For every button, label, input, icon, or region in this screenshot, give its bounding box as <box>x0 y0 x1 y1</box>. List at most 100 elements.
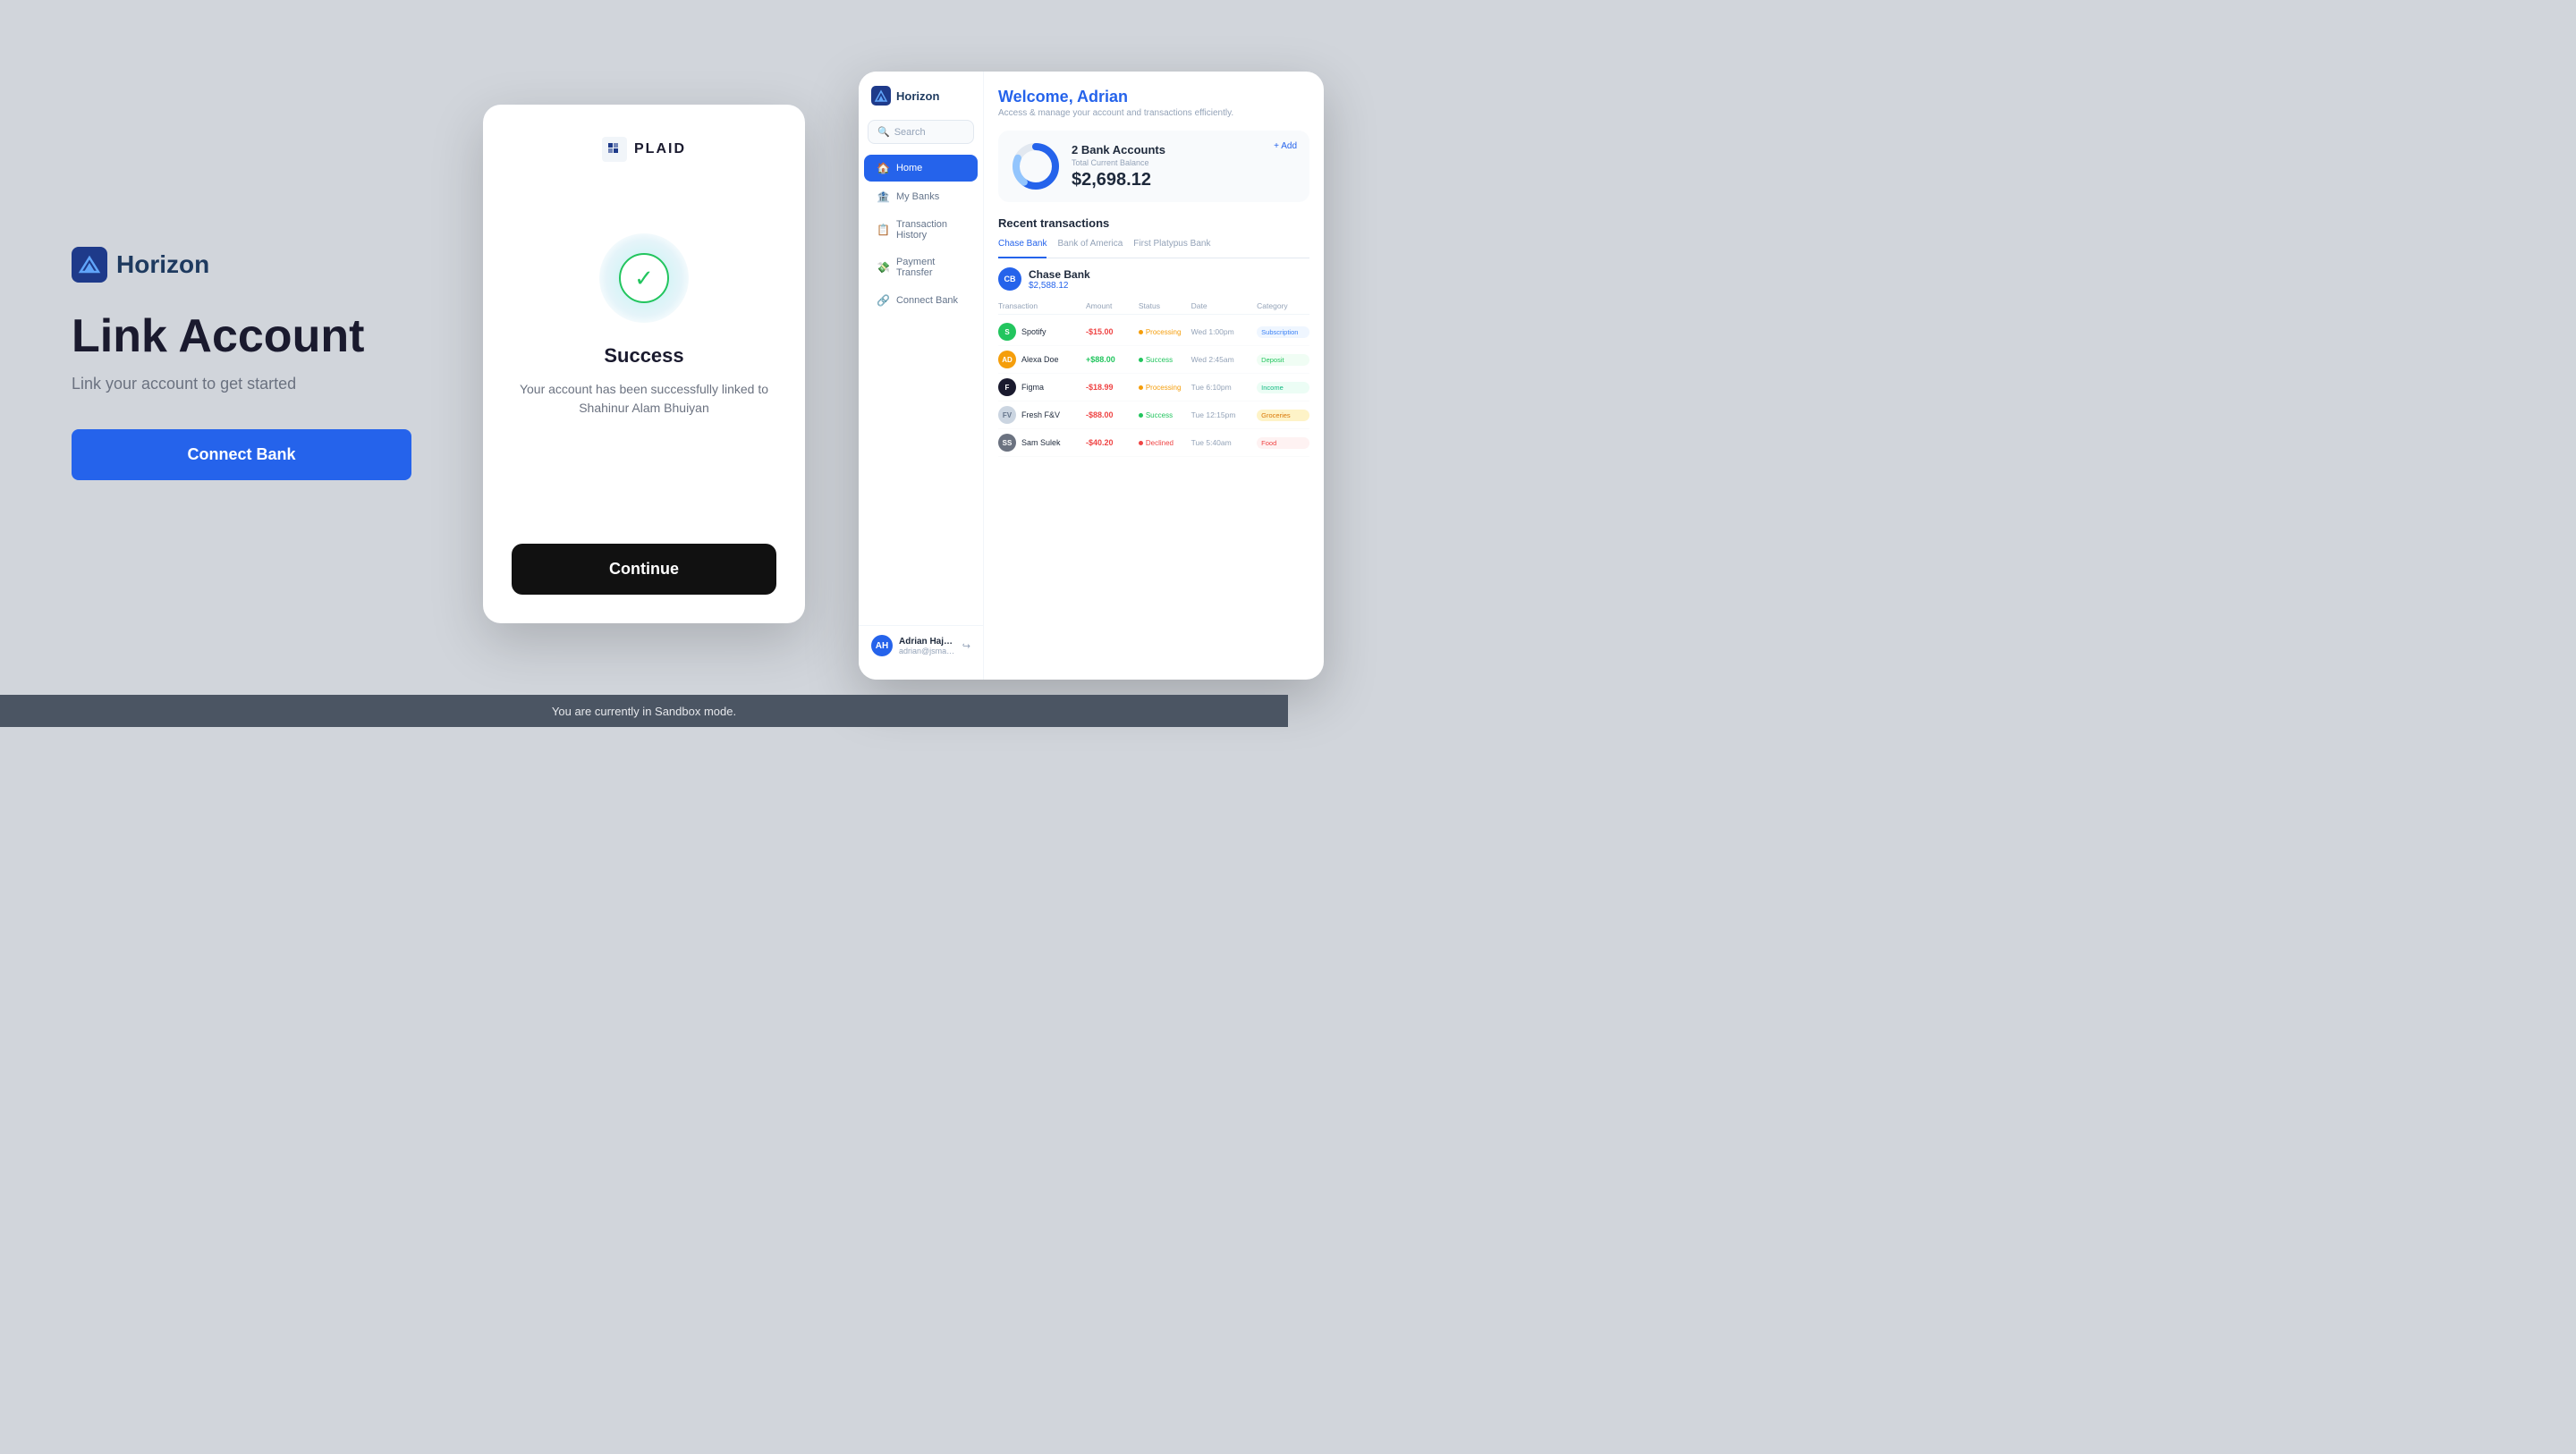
tx-name: Fresh F&V <box>1021 410 1060 419</box>
checkmark-icon: ✓ <box>634 266 654 290</box>
table-header: Transaction Amount Status Date Category <box>998 298 1309 315</box>
footer-text: You are currently in Sandbox mode. <box>552 705 736 718</box>
recent-transactions-title: Recent transactions <box>998 216 1309 230</box>
welcome-name: Adrian <box>1077 88 1128 106</box>
bank-balance: $2,588.12 <box>1029 281 1090 291</box>
plaid-modal: PLAID ✓ Success Your account has been su… <box>483 105 805 623</box>
tx-avatar: SS <box>998 434 1016 452</box>
footer-bar: You are currently in Sandbox mode. <box>0 695 1288 727</box>
tx-date: Wed 1:00pm <box>1191 327 1258 336</box>
dashboard: Horizon 🔍 Search 🏠 Home 🏦 My Banks 📋 Tra… <box>859 72 1324 680</box>
col-amount: Amount <box>1086 301 1139 310</box>
tx-avatar: S <box>998 323 1016 341</box>
col-status: Status <box>1139 301 1191 310</box>
sidebar-user: AH Adrian Hajdin adrian@jsmastery.pro ↪ <box>859 625 983 665</box>
sidebar-item-home[interactable]: 🏠 Home <box>864 155 978 182</box>
dashboard-inner: Horizon 🔍 Search 🏠 Home 🏦 My Banks 📋 Tra… <box>859 72 1324 680</box>
left-logo: Horizon <box>72 247 418 283</box>
col-category: Category <box>1257 301 1309 310</box>
tab-bank-of-america[interactable]: Bank of America <box>1057 239 1123 252</box>
user-avatar: AH <box>871 635 893 656</box>
sidebar-item-my-banks-label: My Banks <box>896 191 939 202</box>
add-bank-button[interactable]: + Add <box>1274 141 1297 151</box>
logout-icon[interactable]: ↪ <box>962 640 970 652</box>
left-panel: Horizon Link Account Link your account t… <box>0 0 489 727</box>
tx-name: Figma <box>1021 383 1044 392</box>
welcome-title: Welcome, Adrian <box>998 88 1309 106</box>
bank-name: Chase Bank <box>1029 268 1090 281</box>
connect-icon: 🔗 <box>877 294 890 307</box>
success-title: Success <box>604 344 683 368</box>
success-description: Your account has been successfully linke… <box>520 380 768 418</box>
welcome-prefix: Welcome, <box>998 88 1077 106</box>
tx-amount: -$88.00 <box>1086 410 1139 419</box>
modal-logo: PLAID <box>602 137 686 162</box>
tx-category: Subscription <box>1257 326 1309 338</box>
sidebar-item-payment-transfer[interactable]: 💸 Payment Transfer <box>864 249 978 285</box>
tx-status: Processing <box>1139 328 1191 336</box>
tx-status: Declined <box>1139 439 1191 447</box>
user-email: adrian@jsmastery.pro <box>899 647 956 655</box>
tx-category: Groceries <box>1257 410 1309 421</box>
bank-tabs: Chase Bank Bank of America First Platypu… <box>998 239 1309 258</box>
tx-status: Processing <box>1139 384 1191 392</box>
table-row: SS Sam Sulek -$40.20 Declined Tue 5:40am… <box>998 429 1309 457</box>
bank-detail: Chase Bank $2,588.12 <box>1029 268 1090 291</box>
tx-name: Alexa Doe <box>1021 355 1059 364</box>
tx-category: Food <box>1257 437 1309 449</box>
tx-amount: -$40.20 <box>1086 438 1139 447</box>
balance-card: 2 Bank Accounts Total Current Balance $2… <box>998 131 1309 202</box>
bank-avatar: CB <box>998 267 1021 291</box>
tx-amount: -$18.99 <box>1086 383 1139 392</box>
sidebar: Horizon 🔍 Search 🏠 Home 🏦 My Banks 📋 Tra… <box>859 72 984 680</box>
tab-chase-bank[interactable]: Chase Bank <box>998 239 1046 258</box>
tx-name: Spotify <box>1021 327 1046 336</box>
active-bank-row: CB Chase Bank $2,588.12 <box>998 267 1309 291</box>
transactions-table: Transaction Amount Status Date Category … <box>998 298 1309 457</box>
plaid-logo-icon <box>602 137 627 162</box>
tab-first-platypus[interactable]: First Platypus Bank <box>1133 239 1210 252</box>
success-icon: ✓ <box>599 233 689 323</box>
balance-label: Total Current Balance <box>1072 158 1297 167</box>
sidebar-item-my-banks[interactable]: 🏦 My Banks <box>864 183 978 210</box>
balance-donut-chart <box>1011 141 1061 191</box>
table-row: S Spotify -$15.00 Processing Wed 1:00pm … <box>998 318 1309 346</box>
sidebar-search[interactable]: 🔍 Search <box>868 120 974 144</box>
transfer-icon: 💸 <box>877 261 890 274</box>
sidebar-item-connect-bank-label: Connect Bank <box>896 295 958 306</box>
history-icon: 📋 <box>877 224 890 236</box>
modal-logo-text: PLAID <box>634 141 686 157</box>
table-row: F Figma -$18.99 Processing Tue 6:10pm In… <box>998 374 1309 402</box>
search-placeholder: Search <box>894 127 926 138</box>
tx-date: Tue 5:40am <box>1191 438 1258 447</box>
user-info: Adrian Hajdin adrian@jsmastery.pro <box>899 637 956 655</box>
table-row: AD Alexa Doe +$88.00 Success Wed 2:45am … <box>998 346 1309 374</box>
left-subtitle: Link your account to get started <box>72 375 418 393</box>
tx-category: Income <box>1257 382 1309 393</box>
dashboard-main: Welcome, Adrian Access & manage your acc… <box>984 72 1324 680</box>
tx-avatar: F <box>998 378 1016 396</box>
tx-category: Deposit <box>1257 354 1309 366</box>
tx-date: Tue 12:15pm <box>1191 410 1258 419</box>
bank-icon: 🏦 <box>877 190 890 203</box>
connect-bank-button[interactable]: Connect Bank <box>72 429 411 480</box>
sidebar-item-payment-transfer-label: Payment Transfer <box>896 257 965 278</box>
horizon-logo-icon <box>72 247 107 283</box>
tx-avatar: FV <box>998 406 1016 424</box>
left-title: Link Account <box>72 311 418 362</box>
sidebar-item-home-label: Home <box>896 163 922 173</box>
sidebar-logo: Horizon <box>859 86 983 120</box>
tx-avatar: AD <box>998 351 1016 368</box>
tx-status: Success <box>1139 411 1191 419</box>
sidebar-logo-icon <box>871 86 891 106</box>
sidebar-item-connect-bank[interactable]: 🔗 Connect Bank <box>864 287 978 314</box>
table-row: FV Fresh F&V -$88.00 Success Tue 12:15pm… <box>998 402 1309 429</box>
tx-amount: -$15.00 <box>1086 327 1139 336</box>
col-transaction: Transaction <box>998 301 1086 310</box>
sidebar-item-transaction-history[interactable]: 📋 Transaction History <box>864 212 978 248</box>
bank-count: 2 Bank Accounts <box>1072 143 1297 156</box>
welcome-subtitle: Access & manage your account and transac… <box>998 108 1309 118</box>
sidebar-logo-text: Horizon <box>896 89 939 103</box>
continue-button[interactable]: Continue <box>512 544 776 595</box>
balance-amount: $2,698.12 <box>1072 170 1297 190</box>
